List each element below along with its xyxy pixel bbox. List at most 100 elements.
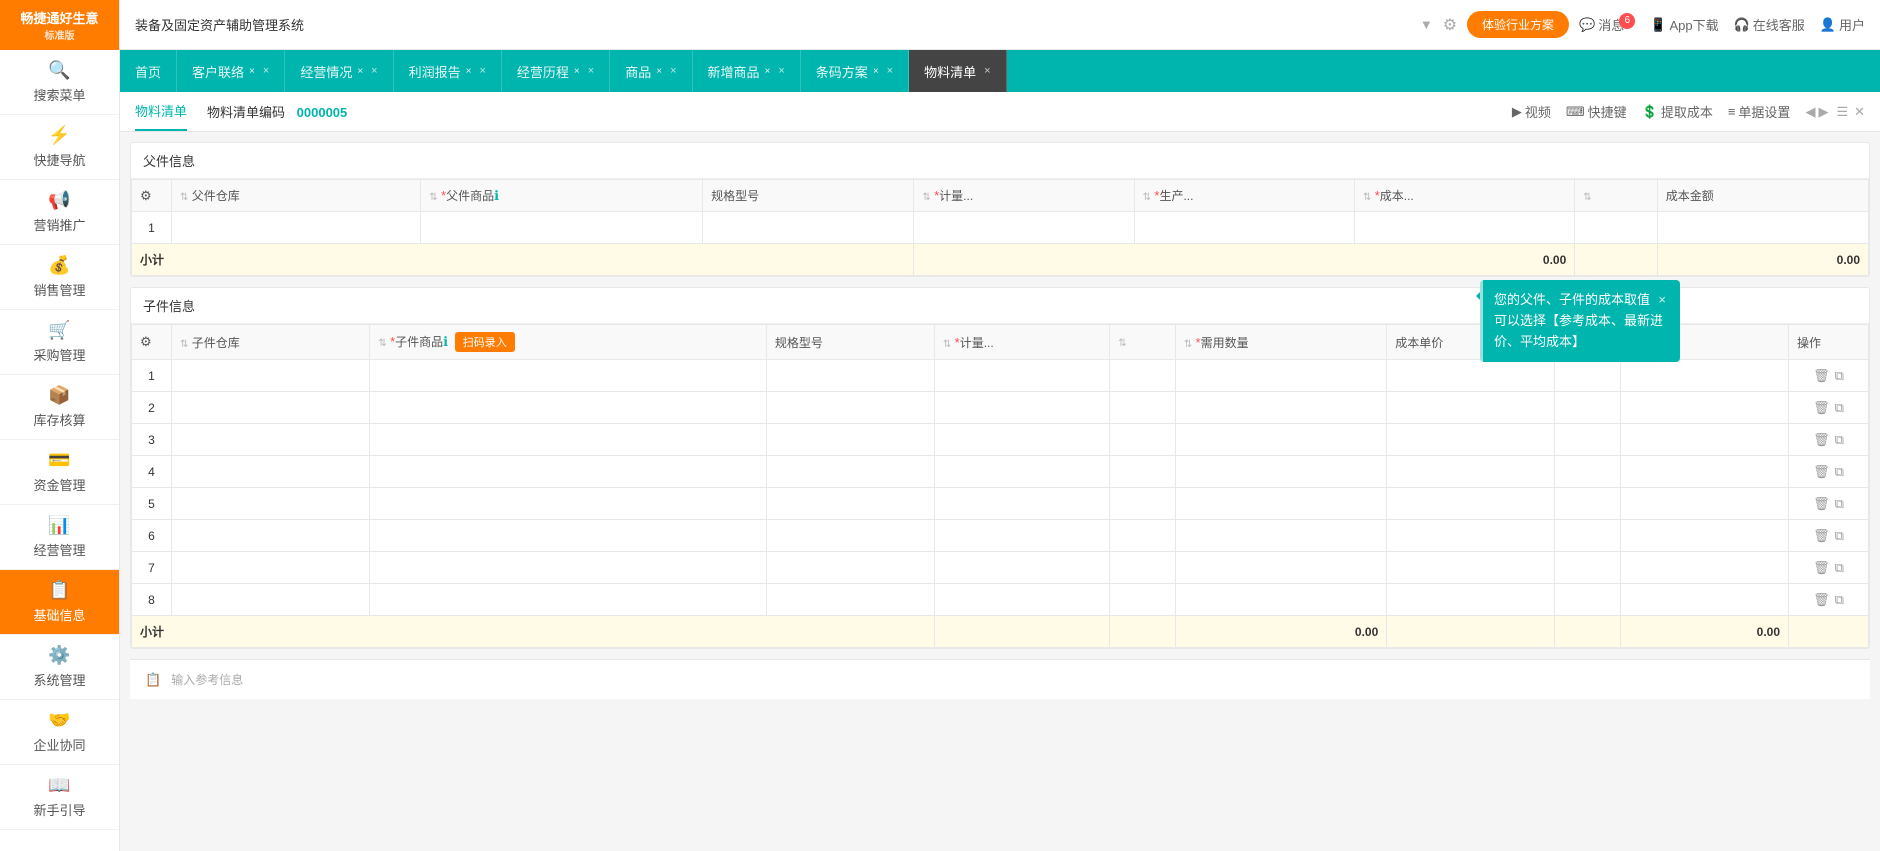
child-cell-goods-6[interactable] bbox=[370, 520, 767, 552]
user-tool[interactable]: 👤 用户 bbox=[1820, 15, 1865, 34]
nav-tab-close-4[interactable]: × bbox=[588, 65, 594, 77]
child-cell-extra-7[interactable] bbox=[1110, 552, 1176, 584]
child-cell-goods-5[interactable] bbox=[370, 488, 767, 520]
delete-icon-8[interactable]: 🗑 bbox=[1813, 592, 1830, 608]
child-cell-warehouse-2[interactable] bbox=[172, 392, 370, 424]
copy-icon-5[interactable]: ⧉ bbox=[1835, 496, 1844, 512]
tab-wuliaoqingdan[interactable]: 物料清单 bbox=[135, 92, 187, 131]
sidebar-item-4[interactable]: 🛒 采购管理 bbox=[0, 310, 119, 375]
copy-icon-6[interactable]: ⧉ bbox=[1835, 528, 1844, 544]
child-cell-goods-1[interactable] bbox=[370, 360, 767, 392]
child-cell-extra-5[interactable] bbox=[1110, 488, 1176, 520]
nav-tab-4[interactable]: 经营历程×× bbox=[502, 50, 610, 92]
child-cell-spec-1[interactable] bbox=[766, 360, 934, 392]
child-cell-unitcost-7[interactable] bbox=[1387, 552, 1555, 584]
child-cell-quantity-1[interactable] bbox=[1175, 360, 1386, 392]
child-cell-goods-3[interactable] bbox=[370, 424, 767, 456]
settings-icon[interactable]: ⚙ bbox=[1443, 15, 1457, 35]
nav-tab-7[interactable]: 条码方案×× bbox=[801, 50, 909, 92]
sidebar-item-0[interactable]: 🔍 搜索菜单 bbox=[0, 50, 119, 115]
sidebar-item-3[interactable]: 💰 销售管理 bbox=[0, 245, 119, 310]
child-cell-unit-3[interactable] bbox=[934, 424, 1109, 456]
parent-cell-extra[interactable] bbox=[1575, 212, 1657, 244]
delete-icon-5[interactable]: 🗑 bbox=[1813, 496, 1830, 512]
delete-icon-4[interactable]: 🗑 bbox=[1813, 464, 1830, 480]
nav-tab-2[interactable]: 经营情况×× bbox=[285, 50, 393, 92]
scan-button[interactable]: 扫码录入 bbox=[455, 332, 515, 352]
parent-cell-cost[interactable] bbox=[1354, 212, 1574, 244]
sidebar-item-6[interactable]: 💳 资金管理 bbox=[0, 440, 119, 505]
nav-tab-close-5[interactable]: × bbox=[670, 65, 676, 77]
child-cell-warehouse-4[interactable] bbox=[172, 456, 370, 488]
child-cell-extra-4[interactable] bbox=[1110, 456, 1176, 488]
child-cell-unit-6[interactable] bbox=[934, 520, 1109, 552]
extract-cost-tool[interactable]: 💲 提取成本 bbox=[1642, 102, 1713, 121]
sidebar-item-11[interactable]: 📖 新手引导 bbox=[0, 765, 119, 830]
delete-icon-1[interactable]: 🗑 bbox=[1813, 368, 1830, 384]
child-cell-extra-2[interactable] bbox=[1110, 392, 1176, 424]
nav-close-icon[interactable]: ✕ bbox=[1854, 104, 1865, 120]
video-tool[interactable]: ▶ 视频 bbox=[1512, 102, 1551, 121]
child-cell-extra2-5[interactable] bbox=[1555, 488, 1621, 520]
nav-tab-8[interactable]: 物料清单× bbox=[909, 50, 1006, 92]
sidebar-item-9[interactable]: ⚙️ 系统管理 bbox=[0, 635, 119, 700]
child-cell-warehouse-3[interactable] bbox=[172, 424, 370, 456]
child-th-gear[interactable]: ⚙ bbox=[132, 325, 172, 360]
online-service-tool[interactable]: 🎧 在线客服 bbox=[1734, 15, 1805, 34]
trial-button[interactable]: 体验行业方案 bbox=[1467, 11, 1569, 38]
child-cell-quantity-6[interactable] bbox=[1175, 520, 1386, 552]
child-cell-extra2-1[interactable] bbox=[1555, 360, 1621, 392]
nav-tab-1[interactable]: 客户联络×× bbox=[177, 50, 285, 92]
nav-tab-close-3[interactable]: × bbox=[479, 65, 485, 77]
copy-icon-8[interactable]: ⧉ bbox=[1835, 592, 1844, 608]
child-cell-spec-3[interactable] bbox=[766, 424, 934, 456]
child-cell-warehouse-7[interactable] bbox=[172, 552, 370, 584]
parent-cell-production[interactable] bbox=[1134, 212, 1354, 244]
nav-tab-close-7[interactable]: × bbox=[887, 65, 893, 77]
nav-right-icon[interactable]: ▶ bbox=[1818, 104, 1828, 120]
child-cell-spec-6[interactable] bbox=[766, 520, 934, 552]
message-tool[interactable]: 💬 消息 6 bbox=[1579, 15, 1635, 34]
child-cell-spec-4[interactable] bbox=[766, 456, 934, 488]
child-cell-warehouse-1[interactable] bbox=[172, 360, 370, 392]
child-cell-quantity-2[interactable] bbox=[1175, 392, 1386, 424]
child-cell-unit-7[interactable] bbox=[934, 552, 1109, 584]
child-cell-spec-5[interactable] bbox=[766, 488, 934, 520]
child-cell-extra2-2[interactable] bbox=[1555, 392, 1621, 424]
child-cell-quantity-3[interactable] bbox=[1175, 424, 1386, 456]
child-cell-unit-5[interactable] bbox=[934, 488, 1109, 520]
copy-icon-3[interactable]: ⧉ bbox=[1835, 432, 1844, 448]
child-cell-warehouse-6[interactable] bbox=[172, 520, 370, 552]
child-cell-extra2-8[interactable] bbox=[1555, 584, 1621, 616]
sidebar-item-2[interactable]: 📢 营销推广 bbox=[0, 180, 119, 245]
child-cell-quantity-5[interactable] bbox=[1175, 488, 1386, 520]
child-cell-quantity-8[interactable] bbox=[1175, 584, 1386, 616]
delete-icon-7[interactable]: 🗑 bbox=[1813, 560, 1830, 576]
child-cell-spec-7[interactable] bbox=[766, 552, 934, 584]
sidebar-item-5[interactable]: 📦 库存核算 bbox=[0, 375, 119, 440]
shortcut-tool[interactable]: ⌨ 快捷键 bbox=[1566, 102, 1627, 121]
child-cell-extra-8[interactable] bbox=[1110, 584, 1176, 616]
child-cell-unit-4[interactable] bbox=[934, 456, 1109, 488]
child-cell-unitcost-6[interactable] bbox=[1387, 520, 1555, 552]
child-cell-unitcost-1[interactable] bbox=[1387, 360, 1555, 392]
child-cell-unitcost-8[interactable] bbox=[1387, 584, 1555, 616]
parent-cell-spec[interactable] bbox=[703, 212, 914, 244]
child-cell-spec-2[interactable] bbox=[766, 392, 934, 424]
tooltip-close-icon[interactable]: × bbox=[1658, 290, 1666, 311]
child-cell-extra2-7[interactable] bbox=[1555, 552, 1621, 584]
child-cell-extra2-3[interactable] bbox=[1555, 424, 1621, 456]
nav-tab-close-1[interactable]: × bbox=[263, 65, 269, 77]
child-cell-unit-2[interactable] bbox=[934, 392, 1109, 424]
delete-icon-3[interactable]: 🗑 bbox=[1813, 432, 1830, 448]
child-cell-extra-3[interactable] bbox=[1110, 424, 1176, 456]
child-cell-warehouse-5[interactable] bbox=[172, 488, 370, 520]
child-cell-extra2-4[interactable] bbox=[1555, 456, 1621, 488]
copy-icon-1[interactable]: ⧉ bbox=[1835, 368, 1844, 384]
child-cell-goods-7[interactable] bbox=[370, 552, 767, 584]
child-cell-quantity-7[interactable] bbox=[1175, 552, 1386, 584]
sidebar-item-7[interactable]: 📊 经营管理 bbox=[0, 505, 119, 570]
child-cell-unitcost-2[interactable] bbox=[1387, 392, 1555, 424]
child-cell-warehouse-8[interactable] bbox=[172, 584, 370, 616]
nav-tab-close-2[interactable]: × bbox=[371, 65, 377, 77]
